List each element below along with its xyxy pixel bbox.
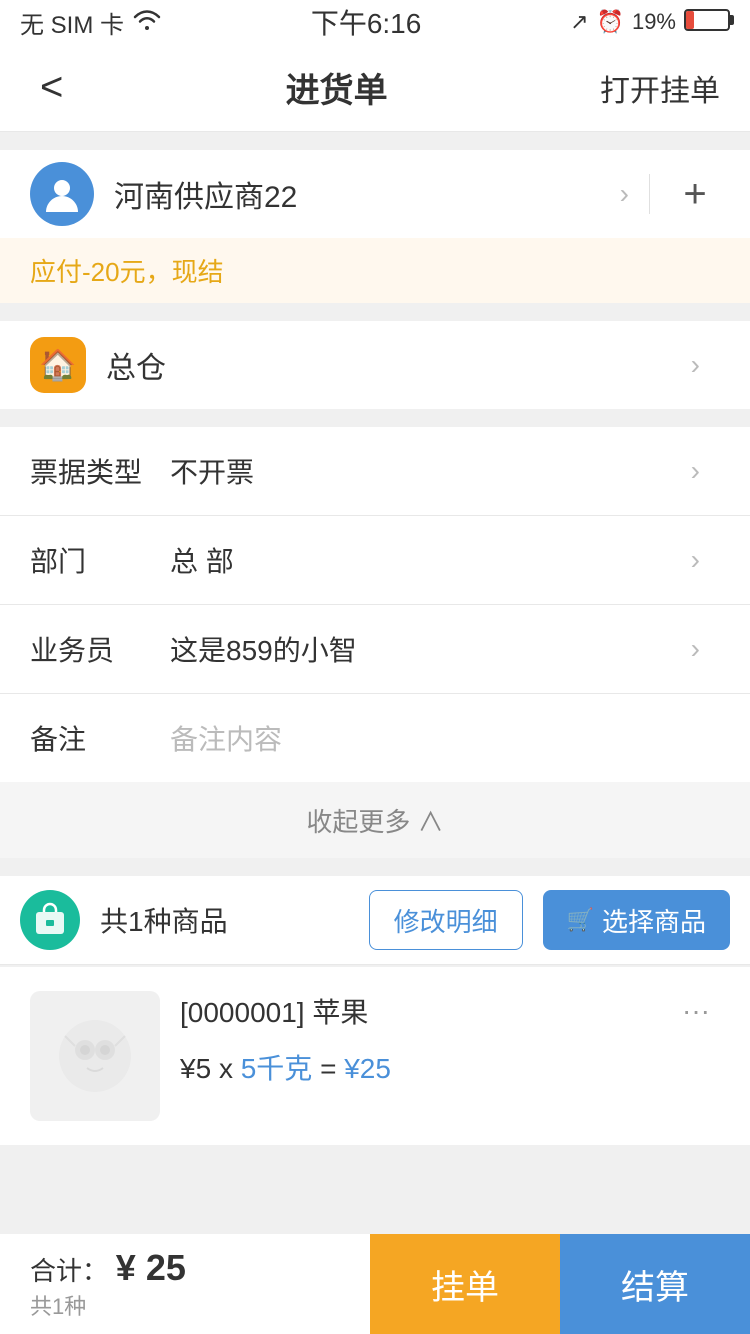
divider-top <box>0 132 750 150</box>
supplier-name: 河南供应商22 <box>114 172 620 216</box>
edit-detail-button[interactable]: 修改明细 <box>369 890 523 950</box>
supplier-avatar <box>30 162 94 226</box>
remark-label: 备注 <box>30 718 170 758</box>
add-supplier-button[interactable]: + <box>670 169 720 219</box>
product-count: 共1种商品 <box>100 900 349 940</box>
unit-price: ¥5 <box>180 1053 211 1084</box>
price-separator: x <box>219 1053 241 1084</box>
divider-3 <box>0 858 750 876</box>
nav-bar: < 进货单 打开挂单 <box>0 44 750 132</box>
divider-2 <box>0 409 750 427</box>
invoice-value: 不开票 <box>170 451 691 491</box>
chevron-right-icon: › <box>691 455 700 487</box>
open-pending-button[interactable]: 打开挂单 <box>600 66 720 110</box>
chevron-right-icon: › <box>691 349 700 381</box>
dept-row[interactable]: 部门 总 部 › <box>0 516 750 604</box>
status-left: 无 SIM 卡 <box>20 5 162 40</box>
invoice-label: 票据类型 <box>30 451 170 491</box>
supplier-divider <box>649 174 650 214</box>
invoice-section: 票据类型 不开票 › 部门 总 部 › 业务员 这是859的小智 › 备注 备注… <box>0 427 750 782</box>
product-thumbnail <box>30 991 160 1121</box>
warehouse-icon: 🏠 <box>30 337 86 393</box>
warehouse-row[interactable]: 🏠 总仓 › <box>0 321 750 409</box>
product-price: ¥5 x 5千克 = ¥25 <box>180 1047 652 1087</box>
product-header: 共1种商品 修改明细 🛒 选择商品 <box>0 876 750 964</box>
chevron-right-icon: › <box>691 633 700 665</box>
cart-icon: 🛒 <box>567 907 594 933</box>
supplier-section: 河南供应商22 › + 应付-20元，现结 <box>0 150 750 303</box>
checkout-button[interactable]: 结算 <box>560 1234 750 1334</box>
chevron-right-icon: › <box>620 178 629 210</box>
collapse-button[interactable]: 收起更多 ∧ <box>0 782 750 858</box>
dept-value: 总 部 <box>170 540 691 580</box>
page-title: 进货单 <box>286 63 388 112</box>
remark-row[interactable]: 备注 备注内容 <box>0 694 750 782</box>
spacer <box>0 1145 750 1245</box>
remark-input[interactable]: 备注内容 <box>170 718 720 758</box>
equals-sign: = <box>320 1053 344 1084</box>
product-item: [0000001] 苹果 ¥5 x 5千克 = ¥25 ··· <box>0 967 750 1145</box>
divider-1 <box>0 303 750 321</box>
carrier-text: 无 SIM 卡 <box>20 5 124 40</box>
dept-label: 部门 <box>30 540 170 580</box>
hang-button[interactable]: 挂单 <box>370 1234 560 1334</box>
product-code: [0000001] <box>180 997 305 1028</box>
status-time: 下午6:16 <box>311 2 422 42</box>
warehouse-name: 总仓 <box>106 343 691 387</box>
alarm-icon: ⏰ <box>597 9 624 35</box>
warehouse-section: 🏠 总仓 › <box>0 321 750 409</box>
sales-row[interactable]: 业务员 这是859的小智 › <box>0 605 750 693</box>
back-button[interactable]: < <box>30 55 73 120</box>
supplier-notice: 应付-20元，现结 <box>0 238 750 303</box>
total-section: 合计： ¥ 25 共1种 <box>0 1247 370 1321</box>
total-amount: ¥ 25 <box>116 1247 186 1288</box>
select-product-label: 选择商品 <box>602 902 706 939</box>
wifi-icon <box>132 8 162 37</box>
product-name: [0000001] 苹果 <box>180 991 652 1031</box>
chevron-right-icon: › <box>691 544 700 576</box>
select-product-button[interactable]: 🛒 选择商品 <box>543 890 730 950</box>
status-right: ↗ ⏰ 19% <box>570 9 730 35</box>
total-count: 共1种 <box>30 1289 340 1321</box>
product-info: [0000001] 苹果 ¥5 x 5千克 = ¥25 <box>180 991 652 1087</box>
quantity: 5千克 <box>241 1053 313 1084</box>
sales-value: 这是859的小智 <box>170 629 691 669</box>
battery-text: 19% <box>632 9 676 35</box>
product-name-text: 苹果 <box>312 997 368 1028</box>
divider-4 <box>0 964 750 965</box>
supplier-row[interactable]: 河南供应商22 › + <box>0 150 750 238</box>
gps-icon: ↗ <box>570 9 588 35</box>
line-total: ¥25 <box>344 1053 391 1084</box>
bottom-bar: 合计： ¥ 25 共1种 挂单 结算 <box>0 1234 750 1334</box>
total-line: 合计： ¥ 25 <box>30 1247 340 1289</box>
sales-label: 业务员 <box>30 629 170 669</box>
status-bar: 无 SIM 卡 下午6:16 ↗ ⏰ 19% <box>0 0 750 44</box>
total-label: 合计： <box>30 1256 108 1286</box>
battery-icon <box>684 9 730 35</box>
invoice-row[interactable]: 票据类型 不开票 › <box>0 427 750 515</box>
product-section-icon <box>20 890 80 950</box>
product-more-button[interactable]: ··· <box>672 991 720 1031</box>
